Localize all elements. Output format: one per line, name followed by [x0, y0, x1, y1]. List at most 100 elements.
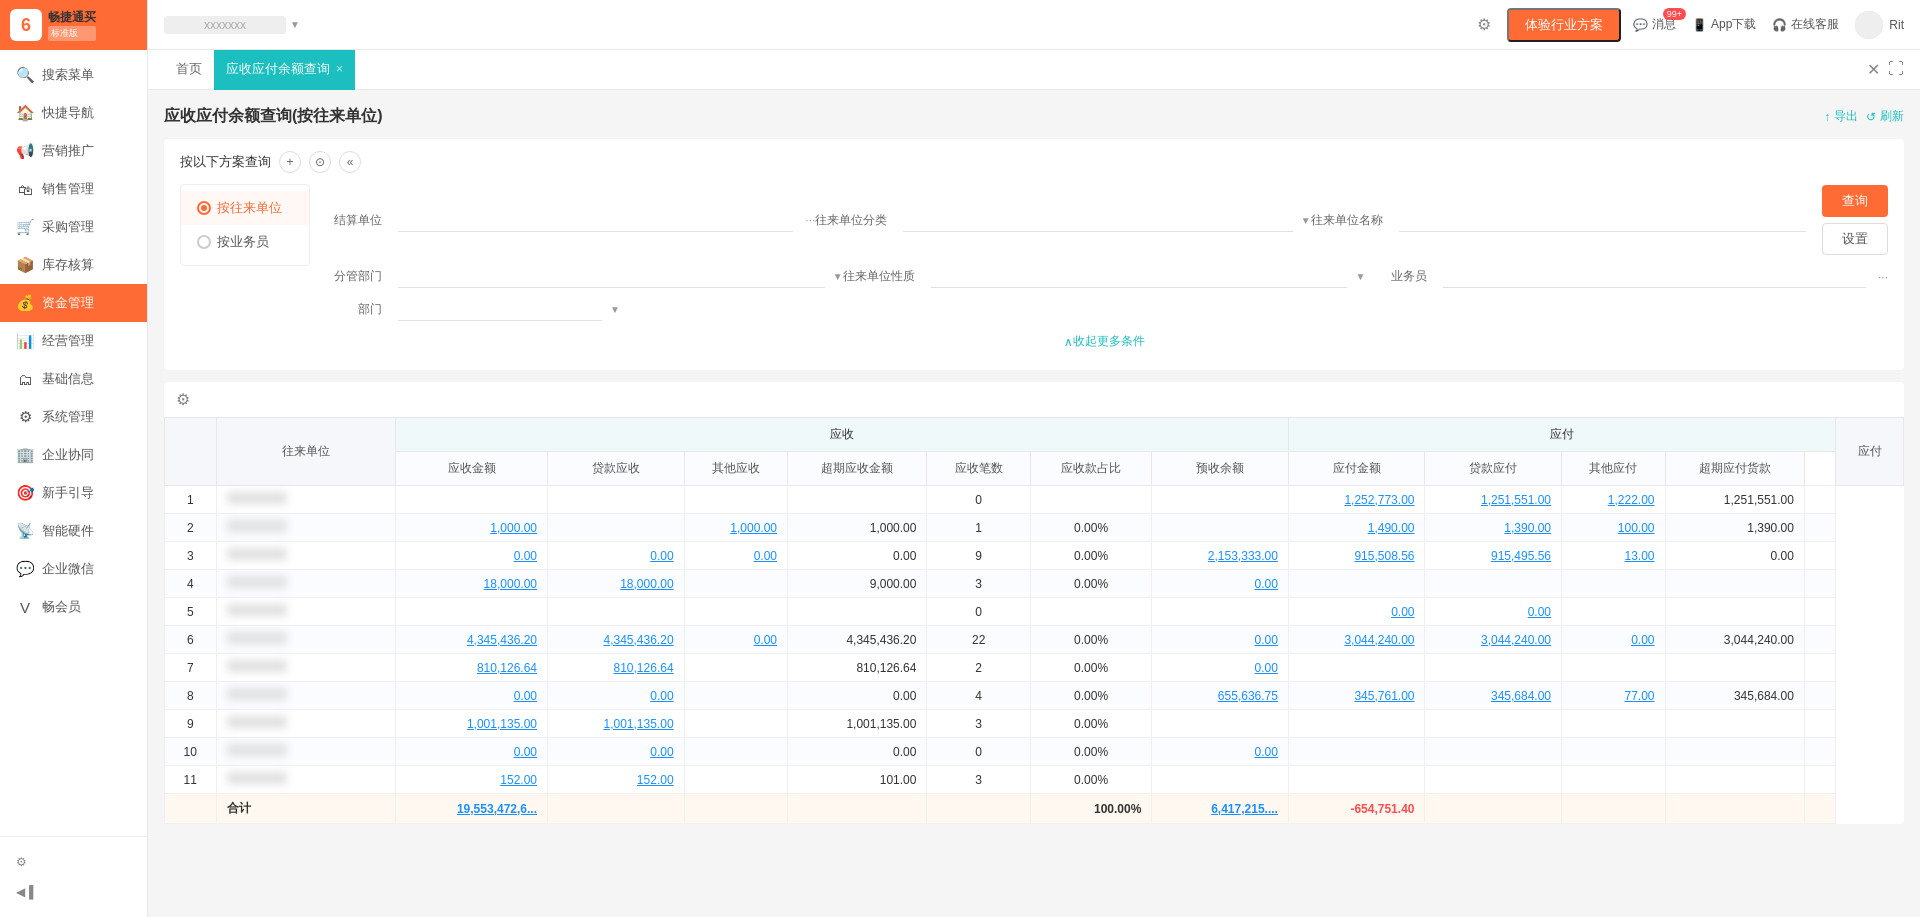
row-ar-loan[interactable]: 810,126.64: [548, 654, 685, 682]
row-ar-loan[interactable]: 0.00: [548, 682, 685, 710]
settings-button[interactable]: 设置: [1822, 223, 1888, 255]
salesperson-dots[interactable]: ···: [1874, 270, 1888, 284]
collapse-more-button[interactable]: ∧ 收起更多条件: [320, 325, 1888, 358]
chevron-down-icon[interactable]: ▼: [290, 19, 300, 30]
row-ar-loan[interactable]: 4,345,436.20: [548, 626, 685, 654]
close-icon[interactable]: ×: [336, 62, 343, 76]
sidebar-item-wechat[interactable]: 💬企业微信: [0, 550, 147, 588]
department-input[interactable]: [398, 298, 602, 321]
total-ar-amount[interactable]: 19,553,472,6...: [396, 794, 548, 824]
row-ar-amount[interactable]: 0.00: [396, 738, 548, 766]
row-ap-amount[interactable]: 0.00: [1288, 598, 1425, 626]
row-ap-amount[interactable]: 3,044,240.00: [1288, 626, 1425, 654]
row-ap-amount[interactable]: 345,761.00: [1288, 682, 1425, 710]
row-ap-other[interactable]: 1,222.00: [1562, 486, 1665, 514]
row-advance-balance[interactable]: 655,636.75: [1152, 682, 1289, 710]
add-condition-button[interactable]: +: [279, 151, 301, 173]
settlement-unit-dots[interactable]: ···: [801, 213, 815, 227]
row-ar-loan[interactable]: 0.00: [548, 738, 685, 766]
sidebar-item-finance[interactable]: 💰资金管理: [0, 284, 147, 322]
row-ap-loan[interactable]: 0.00: [1425, 598, 1562, 626]
row-ap-amount[interactable]: 915,508.56: [1288, 542, 1425, 570]
customer-category-input[interactable]: [903, 209, 1292, 232]
row-ar-amount[interactable]: 0.00: [396, 682, 548, 710]
message-action[interactable]: 💬 消息 99+: [1633, 16, 1676, 33]
row-ap-amount[interactable]: 1,252,773.00: [1288, 486, 1425, 514]
user-info[interactable]: Rit: [1855, 11, 1904, 39]
department-arrow: ▼: [610, 304, 620, 315]
row-ap-other[interactable]: 100.00: [1562, 514, 1665, 542]
online-service-action[interactable]: 🎧 在线客服: [1772, 16, 1839, 33]
expand-icon[interactable]: ⛶: [1888, 60, 1904, 79]
filter-by-salesperson[interactable]: 按业务员: [181, 225, 309, 259]
row-advance-balance[interactable]: 0.00: [1152, 738, 1289, 766]
close-window-icon[interactable]: ✕: [1867, 60, 1880, 79]
row-ar-ratio: 0.00%: [1030, 654, 1151, 682]
total-ap-other: [1562, 794, 1665, 824]
row-ap-loan[interactable]: 1,390.00: [1425, 514, 1562, 542]
sidebar-item-inventory[interactable]: 📦库存核算: [0, 246, 147, 284]
row-ap-loan[interactable]: 915,495.56: [1425, 542, 1562, 570]
row-ar-loan[interactable]: 18,000.00: [548, 570, 685, 598]
row-ar-loan[interactable]: 152.00: [548, 766, 685, 794]
row-ar-amount[interactable]: 4,345,436.20: [396, 626, 548, 654]
salesperson-input[interactable]: [1443, 265, 1866, 288]
table-settings-icon[interactable]: ⚙: [176, 390, 190, 409]
row-ar-amount[interactable]: 810,126.64: [396, 654, 548, 682]
row-ap-loan[interactable]: 1,251,551.00: [1425, 486, 1562, 514]
row-ar-other: [684, 598, 787, 626]
query-button[interactable]: 查询: [1822, 185, 1888, 217]
sidebar-footer-collapse[interactable]: ◀▐: [0, 877, 147, 907]
row-ap-loan[interactable]: 345,684.00: [1425, 682, 1562, 710]
sidebar-item-sales[interactable]: 🛍销售管理: [0, 170, 147, 208]
sidebar-item-sys-mgmt[interactable]: ⚙系统管理: [0, 398, 147, 436]
row-ar-other[interactable]: 1,000.00: [684, 514, 787, 542]
filter-by-customer[interactable]: 按往来单位: [181, 191, 309, 225]
row-ar-amount[interactable]: 1,000.00: [396, 514, 548, 542]
tab-home[interactable]: 首页: [164, 50, 214, 90]
row-ar-other[interactable]: 0.00: [684, 626, 787, 654]
row-ap-other[interactable]: 13.00: [1562, 542, 1665, 570]
row-ap-loan[interactable]: 3,044,240.00: [1425, 626, 1562, 654]
refresh-button[interactable]: ↺ 刷新: [1866, 108, 1904, 125]
row-ar-loan[interactable]: 1,001,135.00: [548, 710, 685, 738]
dept-in-charge-input[interactable]: [398, 265, 825, 288]
row-ap-other[interactable]: 0.00: [1562, 626, 1665, 654]
row-ap-amount: [1288, 766, 1425, 794]
sidebar-item-smart-hw[interactable]: 📡智能硬件: [0, 512, 147, 550]
table-scroll[interactable]: 往来单位 应收 应付 应付 应收金额 贷款应收 其他应收 超期应收金额 应收笔数…: [164, 417, 1904, 824]
tab-ar-ap-query[interactable]: 应收应付余额查询 ×: [214, 50, 355, 90]
settings-condition-button[interactable]: ⊙: [309, 151, 331, 173]
sidebar-footer-settings[interactable]: ⚙: [0, 847, 147, 877]
row-advance-balance[interactable]: 0.00: [1152, 626, 1289, 654]
row-ar-amount[interactable]: 152.00: [396, 766, 548, 794]
row-ap-other[interactable]: 77.00: [1562, 682, 1665, 710]
row-advance-balance[interactable]: 0.00: [1152, 654, 1289, 682]
sidebar-item-enterprise[interactable]: 🏢企业协同: [0, 436, 147, 474]
gear-icon[interactable]: ⚙: [1473, 11, 1495, 38]
promo-button[interactable]: 体验行业方案: [1507, 8, 1621, 42]
total-advance-balance[interactable]: 6,417,215....: [1152, 794, 1289, 824]
sidebar-item-marketing[interactable]: 📢营销推广: [0, 132, 147, 170]
row-ar-amount[interactable]: 1,001,135.00: [396, 710, 548, 738]
row-advance-balance[interactable]: 0.00: [1152, 570, 1289, 598]
app-download-action[interactable]: 📱 App下载: [1692, 16, 1756, 33]
customer-name-input[interactable]: [1399, 209, 1806, 232]
row-ar-amount[interactable]: 18,000.00: [396, 570, 548, 598]
sidebar-item-search-menu[interactable]: 🔍搜索菜单: [0, 56, 147, 94]
export-button[interactable]: ↑ 导出: [1824, 108, 1858, 125]
row-ap-amount[interactable]: 1,490.00: [1288, 514, 1425, 542]
settlement-unit-input[interactable]: [398, 209, 793, 232]
row-ar-amount[interactable]: 0.00: [396, 542, 548, 570]
collapse-condition-button[interactable]: «: [339, 151, 361, 173]
sidebar-item-purchase[interactable]: 🛒采购管理: [0, 208, 147, 246]
sidebar-item-member[interactable]: V畅会员: [0, 588, 147, 626]
row-advance-balance[interactable]: 2,153,333.00: [1152, 542, 1289, 570]
row-ar-other[interactable]: 0.00: [684, 542, 787, 570]
sidebar-item-guide[interactable]: 🎯新手引导: [0, 474, 147, 512]
sidebar-item-operations[interactable]: 📊经营管理: [0, 322, 147, 360]
sidebar-item-basic-info[interactable]: 🗂基础信息: [0, 360, 147, 398]
sidebar-item-quick-nav[interactable]: 🏠快捷导航: [0, 94, 147, 132]
row-ar-loan[interactable]: 0.00: [548, 542, 685, 570]
customer-type-input[interactable]: [931, 265, 1348, 288]
